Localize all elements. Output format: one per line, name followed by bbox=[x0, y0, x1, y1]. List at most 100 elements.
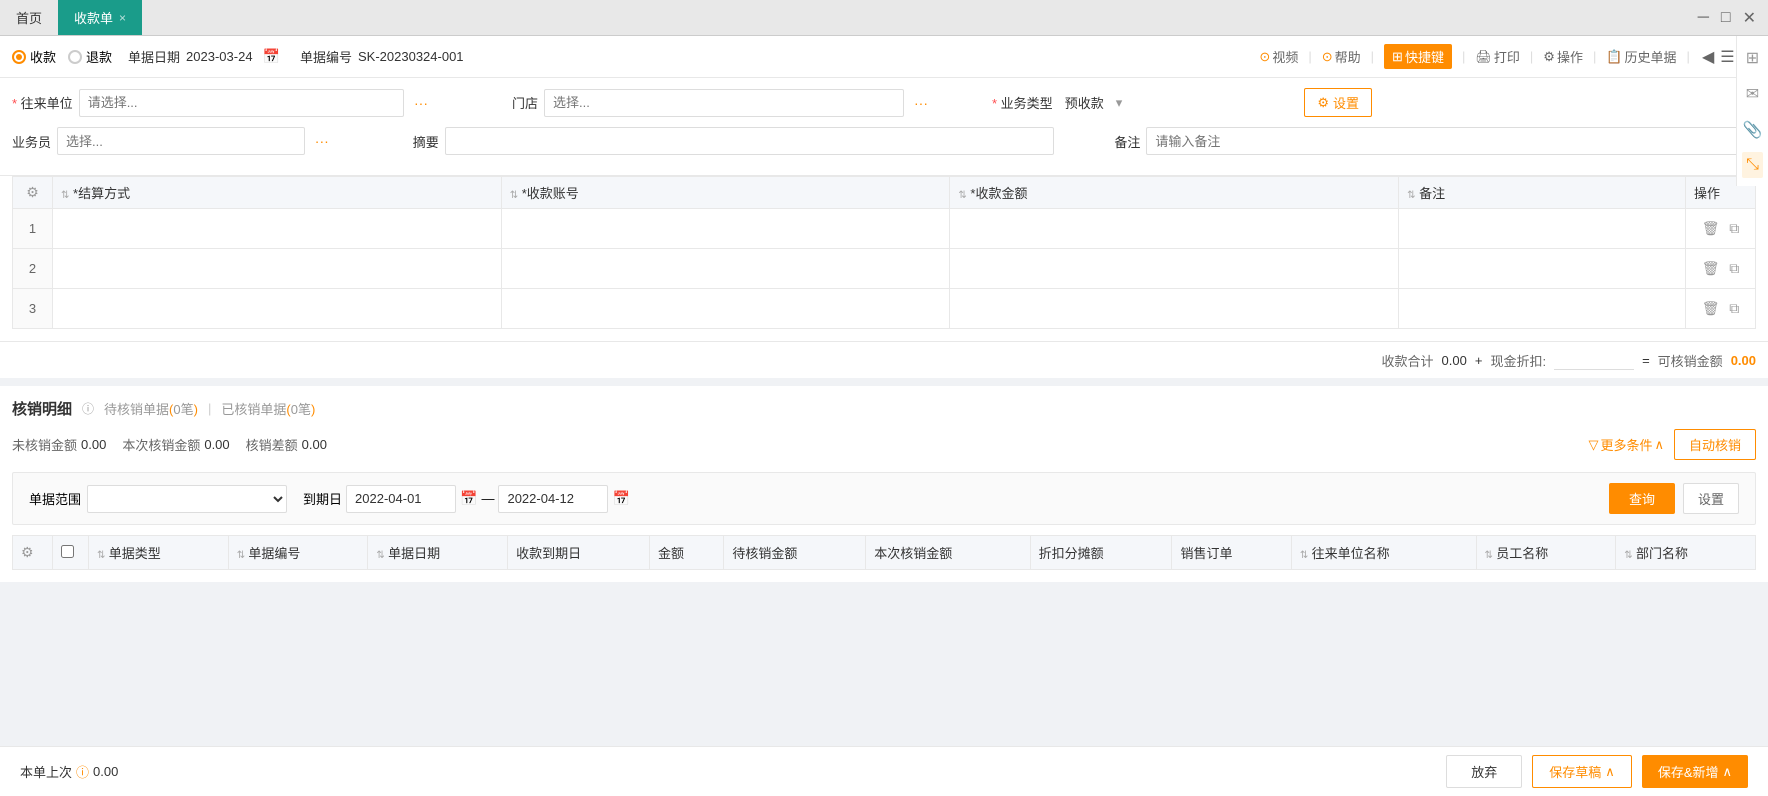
print-link[interactable]: 🖨 打印 bbox=[1475, 47, 1520, 66]
total-label: 收款合计 bbox=[1382, 351, 1434, 370]
row-2-delete-icon[interactable]: 🗑 bbox=[1702, 260, 1720, 276]
store-input[interactable] bbox=[544, 89, 904, 117]
save-new-btn[interactable]: 保存&新增 ∧ bbox=[1642, 755, 1748, 788]
row-1-remark[interactable] bbox=[1399, 209, 1686, 249]
more-conditions-link[interactable]: ▽ 更多条件 ∧ bbox=[1588, 435, 1664, 454]
save-draft-arrow[interactable]: ∧ bbox=[1605, 764, 1615, 780]
verification-title: 核销明细 bbox=[12, 398, 72, 419]
save-draft-btn[interactable]: 保存草稿 ∧ bbox=[1532, 755, 1632, 788]
store-more-btn[interactable]: ··· bbox=[910, 95, 932, 111]
memo-label: 摘要 bbox=[413, 132, 439, 151]
radio-receipt[interactable]: 收款 bbox=[12, 47, 56, 66]
window-min-btn[interactable]: ─ bbox=[1694, 6, 1713, 30]
operation-label: 操作 bbox=[1557, 47, 1583, 66]
setting-btn-label: 设置 bbox=[1333, 93, 1359, 112]
row-2-copy-icon[interactable]: ⧉ bbox=[1729, 260, 1739, 276]
salesperson-input[interactable] bbox=[57, 127, 305, 155]
tab-receipt-close[interactable]: × bbox=[119, 11, 126, 25]
receipt-table-container: ⚙ ⇅ *结算方式 ⇅ *收款账号 ⇅ *收款金额 ⇅ 备注 bbox=[0, 176, 1768, 341]
toolbar-actions: ⊙ 视频 | ⊙ 帮助 | ⊞ 快捷键 | 🖨 打印 | ⚙ 操作 | 📋 历史… bbox=[1259, 44, 1756, 69]
bt-gear-icon[interactable]: ⚙ bbox=[21, 544, 34, 560]
table-gear-icon[interactable]: ⚙ bbox=[26, 184, 39, 201]
pending-tab[interactable]: 待核销单据(0笔) bbox=[104, 399, 198, 418]
bill-no-value[interactable]: SK-20230324-001 bbox=[358, 49, 464, 64]
row-2-settlement[interactable] bbox=[53, 249, 502, 289]
tab-home[interactable]: 首页 bbox=[0, 0, 58, 35]
row-3-num: 3 bbox=[13, 289, 53, 329]
cal-from-icon[interactable]: 📅 bbox=[460, 490, 477, 507]
row-3-account[interactable] bbox=[501, 289, 950, 329]
auto-verify-btn[interactable]: 自动核销 bbox=[1674, 429, 1756, 460]
row-1-delete-icon[interactable]: 🗑 bbox=[1702, 220, 1720, 236]
save-new-arrow[interactable]: ∧ bbox=[1722, 764, 1732, 780]
bill-no-field: 单据编号 SK-20230324-001 bbox=[300, 47, 464, 66]
operation-link[interactable]: ⚙ 操作 bbox=[1543, 47, 1583, 66]
history-link[interactable]: 📋 历史单据 bbox=[1606, 47, 1676, 66]
counterparty-more-btn[interactable]: ··· bbox=[410, 95, 432, 111]
row-2-account[interactable] bbox=[501, 249, 950, 289]
sidebar-expand-icon[interactable]: ⤡ bbox=[1742, 152, 1763, 178]
receipt-refund-toggle: 收款 退款 bbox=[12, 47, 112, 66]
col-gear-header[interactable]: ⚙ bbox=[13, 177, 53, 209]
video-icon: ⊙ bbox=[1259, 49, 1270, 65]
row-1-account[interactable] bbox=[501, 209, 950, 249]
bill-date-field: 单据日期 2023-03-24 📅 bbox=[128, 46, 284, 67]
date-to-input[interactable] bbox=[498, 485, 608, 513]
verification-section: 核销明细 ⓘ 待核销单据(0笔) | 已核销单据(0笔) 未核销金额 0.00 … bbox=[0, 386, 1768, 582]
bill-date-value[interactable]: 2023-03-24 bbox=[186, 49, 253, 64]
radio-refund[interactable]: 退款 bbox=[68, 47, 112, 66]
row-2-remark[interactable] bbox=[1399, 249, 1686, 289]
this-verify-amount: 本次核销金额 0.00 bbox=[122, 435, 229, 454]
row-3-settlement[interactable] bbox=[53, 289, 502, 329]
btcol-gear[interactable]: ⚙ bbox=[13, 536, 53, 570]
shortcut-label: 快捷键 bbox=[1405, 47, 1444, 66]
range-select[interactable] bbox=[87, 485, 287, 513]
cal-to-icon[interactable]: 📅 bbox=[612, 490, 629, 507]
due-date-filter: 到期日 📅 — 📅 bbox=[303, 485, 630, 513]
window-max-btn[interactable]: □ bbox=[1717, 6, 1735, 30]
tab-receipt[interactable]: 收款单 × bbox=[58, 0, 142, 35]
sidebar-table-icon[interactable]: ⊞ bbox=[1742, 44, 1763, 72]
salesperson-more-btn[interactable]: ··· bbox=[311, 133, 333, 149]
abandon-btn[interactable]: 放弃 bbox=[1446, 755, 1522, 788]
filter-setting-btn[interactable]: 设置 bbox=[1683, 483, 1739, 514]
row-3-amount[interactable] bbox=[950, 289, 1399, 329]
row-1-amount[interactable] bbox=[950, 209, 1399, 249]
help-link[interactable]: ⊙ 帮助 bbox=[1322, 47, 1361, 66]
row-2-num: 2 bbox=[13, 249, 53, 289]
row-1-actions: 🗑 ⧉ bbox=[1686, 209, 1756, 249]
row-3-remark[interactable] bbox=[1399, 289, 1686, 329]
top-toolbar: 收款 退款 单据日期 2023-03-24 📅 单据编号 SK-20230324… bbox=[0, 36, 1768, 78]
sidebar-clip-icon[interactable]: 📎 bbox=[1739, 116, 1767, 144]
row-1-settlement[interactable] bbox=[53, 209, 502, 249]
row-3-delete-icon[interactable]: 🗑 bbox=[1702, 300, 1720, 316]
btcol-check[interactable] bbox=[53, 536, 89, 570]
layout-list-btn[interactable]: ☰ bbox=[1718, 45, 1736, 69]
window-close-btn[interactable]: ✕ bbox=[1739, 6, 1760, 30]
hint-info-icon[interactable]: ⓘ bbox=[76, 762, 89, 781]
col-settlement-header: ⇅ *结算方式 bbox=[53, 177, 502, 209]
video-link[interactable]: ⊙ 视频 bbox=[1259, 47, 1298, 66]
bill-date-calendar-btn[interactable]: 📅 bbox=[259, 46, 284, 67]
row-3-copy-icon[interactable]: ⧉ bbox=[1729, 300, 1739, 316]
shortcut-icon: ⊞ bbox=[1392, 49, 1403, 65]
sidebar-mail-icon[interactable]: ✉ bbox=[1742, 80, 1763, 108]
col-remark-header: ⇅ 备注 bbox=[1399, 177, 1686, 209]
layout-prev-btn[interactable]: ◀ bbox=[1700, 45, 1716, 69]
business-type-dropdown[interactable]: ▾ bbox=[1116, 95, 1123, 111]
row-2-amount[interactable] bbox=[950, 249, 1399, 289]
query-btn[interactable]: 查询 bbox=[1609, 483, 1675, 514]
form-setting-btn[interactable]: ⚙ 设置 bbox=[1304, 88, 1372, 117]
remark-input[interactable] bbox=[1146, 127, 1756, 155]
memo-input[interactable] bbox=[445, 127, 1055, 155]
shortcut-link[interactable]: ⊞ 快捷键 bbox=[1384, 44, 1452, 69]
discount-input[interactable] bbox=[1554, 350, 1634, 370]
counterparty-input[interactable] bbox=[79, 89, 404, 117]
bt-select-all[interactable] bbox=[61, 545, 74, 558]
row-1-copy-icon[interactable]: ⧉ bbox=[1729, 220, 1739, 236]
verified-tab[interactable]: 已核销单据(0笔) bbox=[221, 399, 315, 418]
date-from-input[interactable] bbox=[346, 485, 456, 513]
verification-info-icon[interactable]: ⓘ bbox=[82, 400, 94, 417]
btcol-this-amount: 本次核销金额 bbox=[866, 536, 1030, 570]
tab-bar: 首页 收款单 × ─ □ ✕ bbox=[0, 0, 1768, 36]
